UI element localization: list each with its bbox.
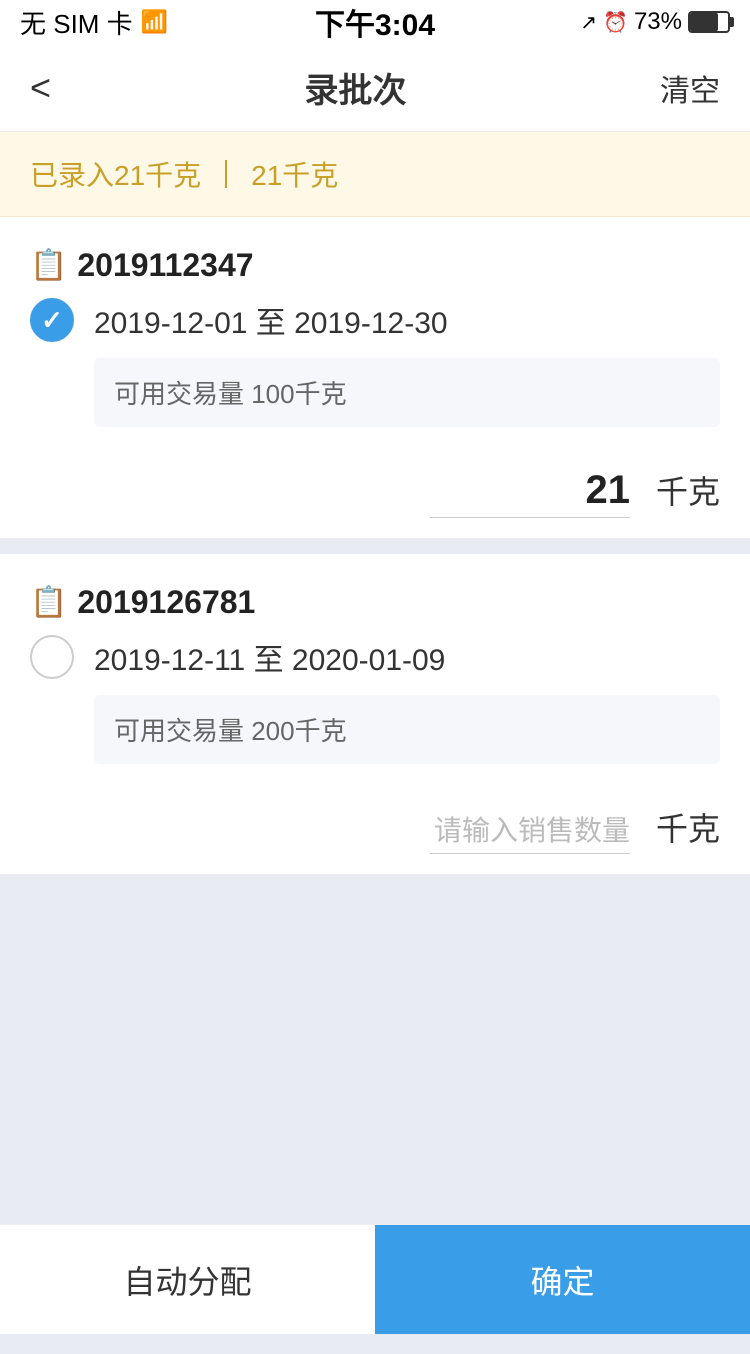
batch-1-radio[interactable] [30, 298, 74, 342]
batch-2-radio[interactable] [30, 635, 74, 679]
batch-2-row[interactable]: 2019-12-11 至 2020-01-09 [30, 635, 720, 679]
status-time: 下午3:04 [315, 0, 435, 44]
batch-2-date: 2019-12-11 至 2020-01-09 [94, 635, 445, 679]
wifi-icon: 📶 [141, 9, 168, 35]
separator-1 [0, 538, 750, 554]
back-button[interactable]: < [30, 67, 51, 109]
batch-2-underline[interactable]: 请输入销售数量 [430, 809, 630, 854]
location-icon: ↗ [580, 10, 597, 35]
doc-icon-1: 📋 [30, 248, 67, 283]
confirm-button[interactable]: 确定 [375, 1225, 750, 1334]
recorded-amount: 已录入21千克 [30, 154, 201, 194]
batch-1-header: 📋 2019112347 [30, 247, 720, 284]
batch-1-underline: 21 [430, 468, 630, 518]
batch-item-1-body: 📋 2019112347 2019-12-01 至 2019-12-30 可用交… [0, 217, 750, 447]
summary-banner: 已录入21千克 21千克 [0, 132, 750, 217]
batch-2-header: 📋 2019126781 [30, 584, 720, 621]
batch-item-2-body: 📋 2019126781 2019-12-11 至 2020-01-09 可用交… [0, 554, 750, 784]
status-right: ↗ ⏰ 73% [580, 8, 730, 36]
batch-2-placeholder[interactable]: 请输入销售数量 [434, 809, 630, 849]
summary-amount: 21千克 [251, 154, 338, 194]
status-left: 无 SIM 卡 📶 [20, 4, 168, 41]
batch-1-available: 可用交易量 100千克 [94, 358, 720, 427]
alarm-icon: ⏰ [603, 10, 628, 35]
batch-2-amount-row: 请输入销售数量 千克 [0, 784, 750, 874]
doc-icon-2: 📋 [30, 585, 67, 620]
batch-item-1: 📋 2019112347 2019-12-01 至 2019-12-30 可用交… [0, 217, 750, 538]
summary-divider [225, 160, 227, 188]
auto-distribute-button[interactable]: 自动分配 [0, 1225, 375, 1334]
batch-1-id: 2019112347 [77, 247, 253, 284]
batch-1-amount-value[interactable]: 21 [550, 468, 630, 513]
page-title: 录批次 [305, 63, 407, 112]
batch-1-row[interactable]: 2019-12-01 至 2019-12-30 [30, 298, 720, 342]
batch-2-unit: 千克 [656, 804, 720, 850]
batch-2-available: 可用交易量 200千克 [94, 695, 720, 764]
batch-1-date: 2019-12-01 至 2019-12-30 [94, 298, 448, 342]
nav-bar: < 录批次 清空 [0, 44, 750, 132]
batch-item-2: 📋 2019126781 2019-12-11 至 2020-01-09 可用交… [0, 554, 750, 874]
clear-button[interactable]: 清空 [660, 66, 720, 110]
battery-percent: 73% [634, 8, 682, 36]
batch-1-unit: 千克 [656, 467, 720, 513]
bottom-bar: 自动分配 确定 [0, 1224, 750, 1334]
batch-2-id: 2019126781 [77, 584, 255, 621]
batch-1-amount-row: 21 千克 [0, 447, 750, 538]
battery-icon [688, 11, 730, 33]
no-sim-text: 无 SIM 卡 [20, 4, 133, 41]
status-bar: 无 SIM 卡 📶 下午3:04 ↗ ⏰ 73% [0, 0, 750, 44]
